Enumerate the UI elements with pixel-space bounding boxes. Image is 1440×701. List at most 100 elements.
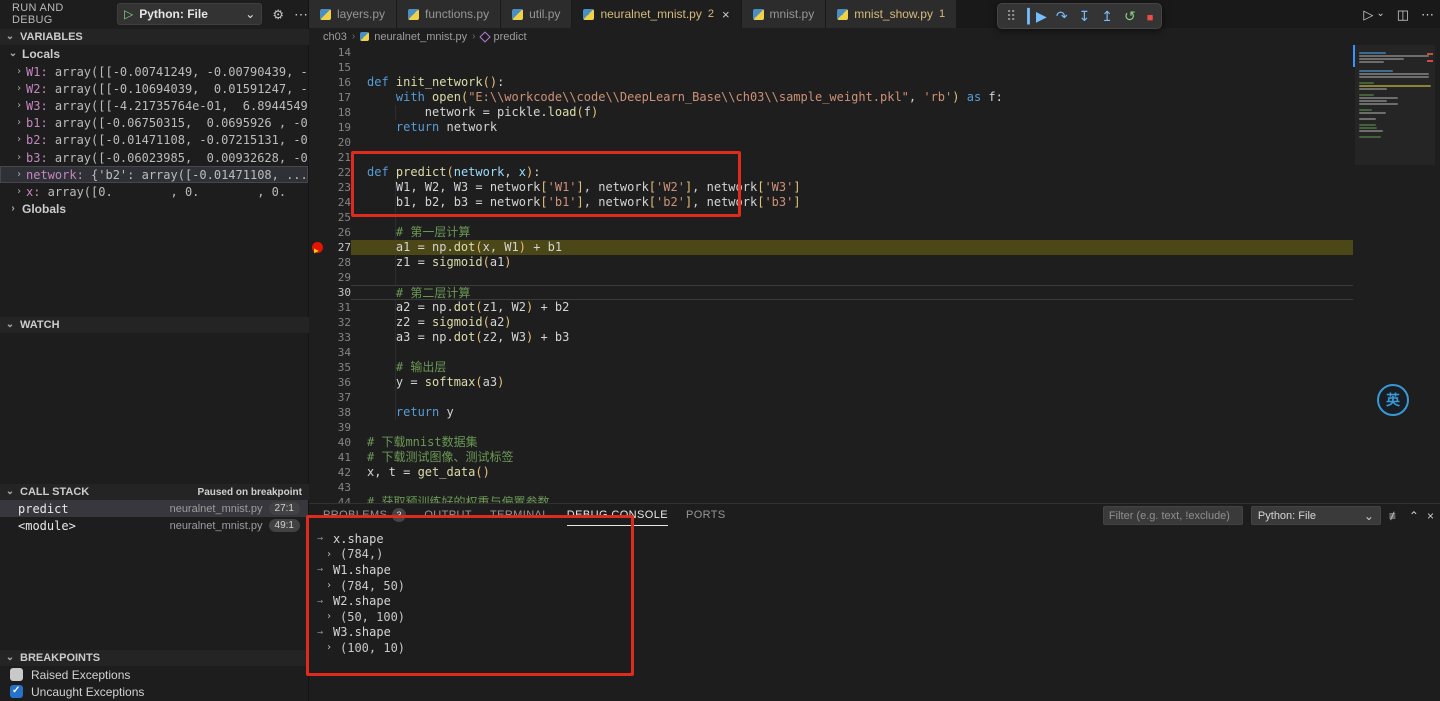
chevron-right-icon[interactable]: › [326, 580, 340, 591]
code-line-35[interactable]: 35 # 输出层 [309, 360, 1353, 375]
code-line-32[interactable]: 32 z2 = sigmoid(a2) [309, 315, 1353, 330]
start-debug-icon[interactable] [124, 8, 133, 20]
code-line-24[interactable]: 24 b1, b2, b3 = network['b1'], network['… [309, 195, 1353, 210]
console-result-row[interactable]: › (784, 50) [309, 578, 1440, 594]
run-dropdown-icon[interactable] [1376, 9, 1384, 19]
code-line-23[interactable]: 23 W1, W2, W3 = network['W1'], network['… [309, 180, 1353, 195]
code-line-38[interactable]: 38 return y [309, 405, 1353, 420]
minimap[interactable] [1355, 45, 1435, 165]
globals-group[interactable]: Globals [0, 201, 308, 217]
panel-tab-ports[interactable]: PORTS [686, 504, 726, 526]
console-input-row[interactable]: → W1.shape [309, 562, 1440, 578]
code-line-19[interactable]: 19 return network [309, 120, 1353, 135]
code-line-22[interactable]: 22 def predict(network, x): [309, 165, 1353, 180]
code-line-21[interactable]: 21 [309, 150, 1353, 165]
tab-neuralnet_mnist.py[interactable]: neuralnet_mnist.py 2 [572, 0, 742, 28]
breakpoint-row[interactable]: Raised Exceptions [0, 666, 308, 683]
code-line-28[interactable]: 28 z1 = sigmoid(a1) [309, 255, 1353, 270]
launch-config-dropdown[interactable]: Python: File [116, 3, 263, 25]
code-line-37[interactable]: 37 [309, 390, 1353, 405]
console-result-row[interactable]: › (50, 100) [309, 609, 1440, 625]
code-line-41[interactable]: 41 # 下载测试图像、测试标签 [309, 450, 1353, 465]
code-line-27[interactable]: 27 a1 = np.dot(x, W1) + b1 [309, 240, 1353, 258]
step-out-icon[interactable] [1101, 9, 1113, 23]
breadcrumb-symbol[interactable]: predict [494, 31, 527, 43]
code-line-26[interactable]: 26 # 第一层计算 [309, 225, 1353, 240]
drag-grip-icon[interactable] [1006, 9, 1016, 23]
call-stack-frame[interactable]: <module> neuralnet_mnist.py 49:1 [0, 517, 308, 534]
code-area[interactable]: 14 15 16 def init_network(): 17 with open("E… [309, 45, 1353, 503]
variable-row-b2[interactable]: b2: array([-0.01471108, -0.07215131, -0.… [0, 132, 308, 149]
panel-tab-debug-console[interactable]: DEBUG CONSOLE [566, 504, 668, 526]
more-actions-icon[interactable] [1421, 8, 1434, 21]
variable-row-network[interactable]: network: {'b2': array([-0.01471108, ...e… [0, 166, 308, 184]
code-line-42[interactable]: 42 x, t = get_data() [309, 465, 1353, 480]
variable-row-W1[interactable]: W1: array([[-0.00741249, -0.00790439, -0… [0, 63, 308, 80]
code-line-29[interactable]: 29 [309, 270, 1353, 285]
call-stack-frame[interactable]: predict neuralnet_mnist.py 27:1 [0, 500, 308, 517]
tab-util.py[interactable]: util.py [501, 0, 573, 28]
code-line-31[interactable]: 31 a2 = np.dot(z1, W2) + b2 [309, 300, 1353, 315]
clear-console-icon[interactable] [1389, 510, 1401, 522]
panel-tab-problems[interactable]: PROBLEMS 3 [323, 504, 407, 526]
gear-icon[interactable] [272, 8, 284, 21]
breakpoint-paused-icon[interactable] [312, 242, 323, 258]
code-line-15[interactable]: 15 [309, 60, 1353, 75]
split-editor-icon[interactable] [1397, 8, 1409, 21]
variable-row-W2[interactable]: W2: array([[-0.10694039, 0.01591247, -0.… [0, 80, 308, 97]
call-stack-section-header[interactable]: CALL STACK Paused on breakpoint [0, 484, 312, 500]
close-tab-icon[interactable] [722, 8, 730, 21]
chevron-right-icon[interactable]: › [326, 611, 340, 622]
panel-tab-terminal[interactable]: TERMINAL [490, 504, 549, 526]
watch-section-header[interactable]: WATCH [0, 317, 312, 333]
tab-mnist.py[interactable]: mnist.py [741, 0, 827, 28]
code-line-18[interactable]: 18 network = pickle.load(f) [309, 105, 1353, 120]
restart-icon[interactable] [1124, 9, 1136, 23]
code-line-20[interactable]: 20 [309, 135, 1353, 150]
step-over-icon[interactable] [1056, 9, 1068, 23]
chevron-right-icon[interactable]: › [326, 642, 340, 653]
variable-row-W3[interactable]: W3: array([[-4.21735764e-01, 6.89445496e… [0, 97, 308, 114]
tab-functions.py[interactable]: functions.py [397, 0, 502, 28]
console-filter-input[interactable] [1102, 506, 1243, 525]
code-line-36[interactable]: 36 y = softmax(a3) [309, 375, 1353, 390]
code-line-17[interactable]: 17 with open("E:\\workcode\\code\\DeepLe… [309, 90, 1353, 105]
console-input-row[interactable]: → W3.shape [309, 625, 1440, 641]
breakpoints-section-header[interactable]: BREAKPOINTS [0, 650, 312, 666]
code-line-16[interactable]: 16 def init_network(): [309, 75, 1353, 90]
continue-icon[interactable] [1027, 9, 1045, 23]
checkbox[interactable] [10, 685, 23, 698]
code-line-43[interactable]: 43 [309, 480, 1353, 495]
tab-layers.py[interactable]: layers.py [309, 0, 398, 28]
locals-group[interactable]: Locals [0, 46, 308, 62]
breadcrumb-folder[interactable]: ch03 [323, 31, 347, 43]
stop-icon[interactable] [1147, 9, 1154, 24]
breakpoint-row[interactable]: Uncaught Exceptions [0, 683, 308, 700]
code-line-30[interactable]: 30 # 第二层计算 [309, 285, 1353, 300]
more-actions-icon[interactable] [294, 7, 308, 21]
variables-section-header[interactable]: VARIABLES [0, 29, 312, 45]
variable-row-x[interactable]: x: array([0. , 0. , 0. , 0. … [0, 183, 308, 200]
code-line-14[interactable]: 14 [309, 45, 1353, 60]
code-line-33[interactable]: 33 a3 = np.dot(z2, W3) + b3 [309, 330, 1353, 345]
console-result-row[interactable]: › (100, 10) [309, 640, 1440, 656]
checkbox[interactable] [10, 668, 23, 681]
breadcrumb-file[interactable]: neuralnet_mnist.py [374, 31, 467, 43]
run-file-icon[interactable] [1363, 8, 1373, 21]
close-panel-icon[interactable] [1427, 510, 1434, 522]
debug-console-output[interactable]: → x.shape › (784,) → W1.shape › (784, 50) → W2.sh… [309, 531, 1440, 656]
code-line-39[interactable]: 39 [309, 420, 1353, 435]
code-line-40[interactable]: 40 # 下载mnist数据集 [309, 435, 1353, 450]
code-line-44[interactable]: 44 # 获取预训练好的权重与偏置参数 [309, 495, 1353, 503]
code-line-34[interactable]: 34 [309, 345, 1353, 360]
console-session-dropdown[interactable]: Python: File [1250, 506, 1381, 525]
code-line-25[interactable]: 25 [309, 210, 1353, 225]
variable-row-b3[interactable]: b3: array([-0.06023985, 0.00932628, -0.0… [0, 149, 308, 166]
console-input-row[interactable]: → x.shape [309, 531, 1440, 547]
console-input-row[interactable]: → W2.shape [309, 593, 1440, 609]
chevron-right-icon[interactable]: › [326, 549, 340, 560]
ime-language-badge[interactable]: 英 [1377, 384, 1409, 416]
panel-tab-output[interactable]: OUTPUT [424, 504, 472, 526]
step-into-icon[interactable] [1079, 9, 1091, 23]
tab-mnist_show.py[interactable]: mnist_show.py 1 [826, 0, 958, 28]
